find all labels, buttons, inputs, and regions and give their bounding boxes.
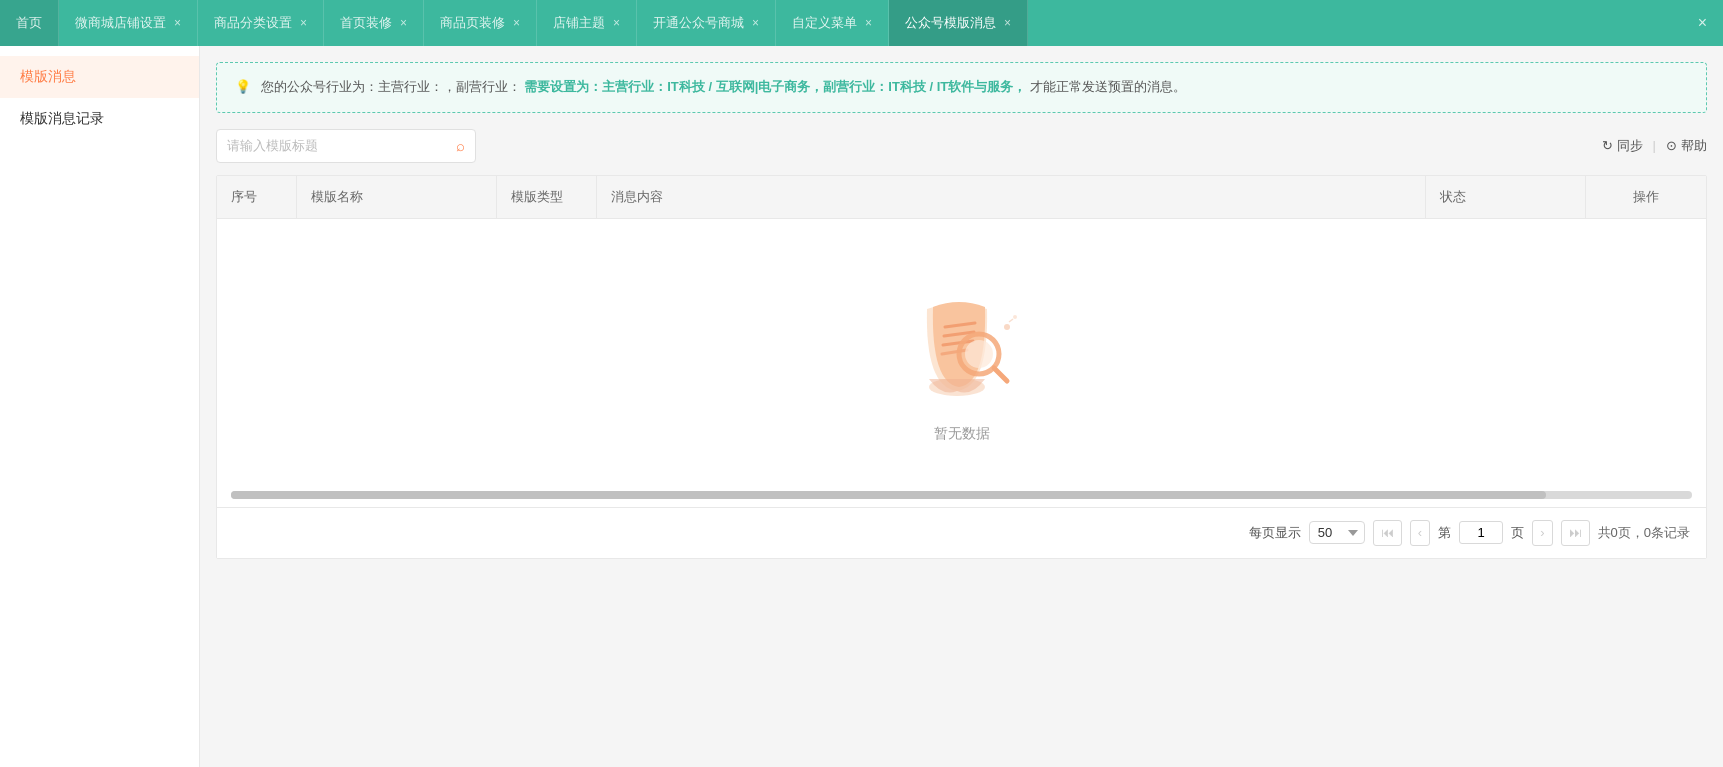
nav-tab-label-open-mall: 开通公众号商城 [653, 14, 744, 32]
toolbar-divider: | [1653, 138, 1656, 153]
nav-tab-label-home: 首页 [16, 14, 42, 32]
th-content: 消息内容 [597, 176, 1426, 218]
svg-point-6 [965, 340, 993, 368]
nav-tab-close-template-msg[interactable]: × [1004, 16, 1011, 30]
th-action: 操作 [1586, 176, 1706, 218]
notice-prefix: 您的公众号行业为：主营行业：，副营行业： [261, 79, 521, 94]
nav-tab-close-product-decor[interactable]: × [513, 16, 520, 30]
help-label: 帮助 [1681, 137, 1707, 155]
page-size-label: 每页显示 [1249, 524, 1301, 542]
nav-tab-template-msg[interactable]: 公众号模版消息 × [889, 0, 1028, 46]
nav-tab-label-shop-settings: 微商城店铺设置 [75, 14, 166, 32]
nav-tab-label-custom-menu: 自定义菜单 [792, 14, 857, 32]
svg-line-10 [1009, 319, 1013, 322]
th-no: 序号 [217, 176, 297, 218]
notice-highlight: 需要设置为：主营行业：IT科技 / 互联网|电子商务，副营行业：IT科技 / I… [524, 79, 1026, 94]
svg-line-7 [994, 368, 1007, 381]
svg-point-9 [1013, 315, 1017, 319]
page-label-suffix: 页 [1511, 524, 1524, 542]
main-layout: 模版消息模版消息记录 💡 您的公众号行业为：主营行业：，副营行业： 需要设置为：… [0, 46, 1723, 767]
page-size-select[interactable]: 50 10 20 100 [1309, 521, 1365, 544]
nav-tab-close-open-mall[interactable]: × [752, 16, 759, 30]
th-type: 模版类型 [497, 176, 597, 218]
sidebar-item-template-msg[interactable]: 模版消息 [0, 56, 199, 98]
nav-tab-label-category-settings: 商品分类设置 [214, 14, 292, 32]
search-bar: ⌕ ↻ 同步 | ⊙ 帮助 [216, 129, 1707, 163]
nav-tab-label-template-msg: 公众号模版消息 [905, 14, 996, 32]
nav-tab-custom-menu[interactable]: 自定义菜单 × [776, 0, 889, 46]
svg-point-8 [1004, 324, 1010, 330]
notice-icon: 💡 [235, 79, 251, 94]
nav-tab-shop-settings[interactable]: 微商城店铺设置 × [59, 0, 198, 46]
next-page-button[interactable]: › [1532, 520, 1552, 546]
th-status: 状态 [1426, 176, 1586, 218]
table-header: 序号 模版名称 模版类型 消息内容 状态 操作 [217, 176, 1706, 219]
nav-tab-homepage-decor[interactable]: 首页装修 × [324, 0, 424, 46]
help-icon: ⊙ [1666, 138, 1677, 153]
close-all-button[interactable]: × [1682, 14, 1723, 32]
sync-icon: ↻ [1602, 138, 1613, 153]
nav-tab-close-shop-settings[interactable]: × [174, 16, 181, 30]
empty-illustration [897, 279, 1027, 409]
sidebar-item-template-records[interactable]: 模版消息记录 [0, 98, 199, 140]
last-page-button[interactable]: ⏭ [1561, 520, 1590, 546]
th-name: 模版名称 [297, 176, 497, 218]
scroll-thumb[interactable] [231, 491, 1546, 499]
page-number-input[interactable] [1459, 521, 1503, 544]
nav-tab-open-mall[interactable]: 开通公众号商城 × [637, 0, 776, 46]
nav-tab-close-custom-menu[interactable]: × [865, 16, 872, 30]
pagination: 每页显示 50 10 20 100 ⏮ ‹ 第 页 › ⏭ 共0页，0条记录 [217, 507, 1706, 558]
nav-tab-label-homepage-decor: 首页装修 [340, 14, 392, 32]
nav-tab-close-store-theme[interactable]: × [613, 16, 620, 30]
nav-tab-close-homepage-decor[interactable]: × [400, 16, 407, 30]
top-nav: 首页微商城店铺设置×商品分类设置×首页装修×商品页装修×店铺主题×开通公众号商城… [0, 0, 1723, 46]
sync-button[interactable]: ↻ 同步 [1602, 137, 1643, 155]
notice-banner: 💡 您的公众号行业为：主营行业：，副营行业： 需要设置为：主营行业：IT科技 /… [216, 62, 1707, 113]
nav-tab-store-theme[interactable]: 店铺主题 × [537, 0, 637, 46]
search-input-wrap: ⌕ [216, 129, 476, 163]
search-button[interactable]: ⌕ [456, 137, 465, 154]
main-content: 💡 您的公众号行业为：主营行业：，副营行业： 需要设置为：主营行业：IT科技 /… [200, 46, 1723, 767]
nav-tab-product-decor[interactable]: 商品页装修 × [424, 0, 537, 46]
nav-tab-home[interactable]: 首页 [0, 0, 59, 46]
nav-tab-close-category-settings[interactable]: × [300, 16, 307, 30]
first-page-button[interactable]: ⏮ [1373, 520, 1402, 546]
horizontal-scrollbar[interactable] [231, 491, 1692, 499]
sync-label: 同步 [1617, 137, 1643, 155]
search-input[interactable] [227, 138, 452, 153]
toolbar-right: ↻ 同步 | ⊙ 帮助 [1602, 137, 1707, 155]
page-label-prefix: 第 [1438, 524, 1451, 542]
sidebar: 模版消息模版消息记录 [0, 46, 200, 767]
nav-tab-category-settings[interactable]: 商品分类设置 × [198, 0, 324, 46]
empty-state: 暂无数据 [217, 219, 1706, 483]
nav-tab-label-store-theme: 店铺主题 [553, 14, 605, 32]
data-table: 序号 模版名称 模版类型 消息内容 状态 操作 [216, 175, 1707, 559]
help-button[interactable]: ⊙ 帮助 [1666, 137, 1707, 155]
notice-suffix: 才能正常发送预置的消息。 [1030, 79, 1186, 94]
prev-page-button[interactable]: ‹ [1410, 520, 1430, 546]
nav-tab-label-product-decor: 商品页装修 [440, 14, 505, 32]
empty-text: 暂无数据 [934, 425, 990, 443]
total-info: 共0页，0条记录 [1598, 524, 1690, 542]
